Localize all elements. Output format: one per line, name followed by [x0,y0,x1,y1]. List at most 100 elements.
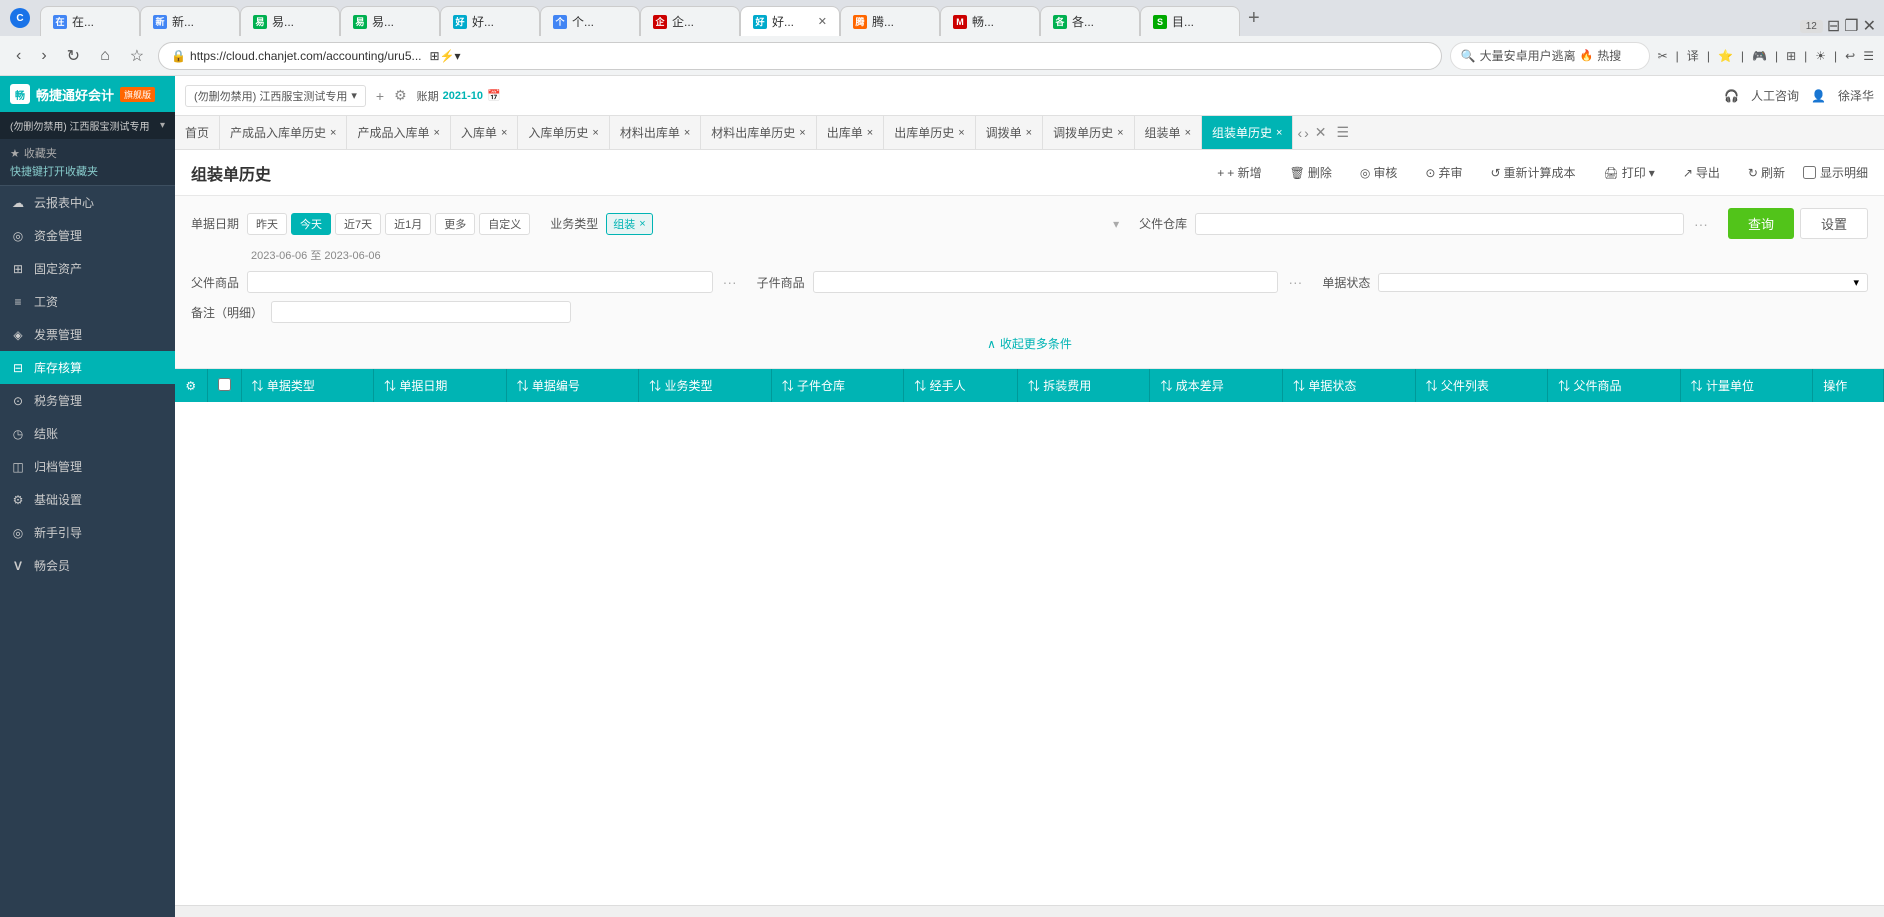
back-button[interactable]: ‹ [10,43,27,69]
tab-close-transfer[interactable]: × [1026,127,1032,139]
page-tab-assembly-history[interactable]: 组装单历史 × [1202,116,1293,150]
tab-close-assembly[interactable]: × [1185,127,1191,139]
parent-warehouse-dots[interactable]: ··· [1694,216,1708,232]
qr-icon[interactable]: ⊞ [430,49,440,63]
home-button[interactable]: ⌂ [94,43,116,69]
tab-5[interactable]: 好 好... [440,6,540,36]
tab-more[interactable]: ☰ [1333,124,1354,141]
date-btn-today[interactable]: 今天 [291,213,331,235]
tab-close-inbound[interactable]: × [501,127,507,139]
sidebar-item-settings[interactable]: ⚙ 基础设置 [0,483,175,516]
forward-button[interactable]: › [35,43,52,69]
tab-3[interactable]: 易 易... [240,6,340,36]
date-btn-1month[interactable]: 近1月 [385,213,431,235]
th-bill-no[interactable]: ⇅ 单据编号 [506,369,639,402]
sidebar-item-guide[interactable]: ◎ 新手引导 [0,516,175,549]
menu-icon[interactable]: ☰ [1863,49,1874,63]
tab-close-assembly-history[interactable]: × [1276,127,1282,139]
horizontal-scrollbar[interactable] [175,905,1884,917]
add-company-button[interactable]: + [376,88,384,104]
sidebar-item-payroll[interactable]: ≡ 工资 [0,285,175,318]
tab-10[interactable]: M 畅... [940,6,1040,36]
sun-icon[interactable]: ☀ [1815,49,1826,63]
sidebar-item-archive[interactable]: ◫ 归档管理 [0,450,175,483]
collapse-button[interactable]: ∧ 收起更多条件 [191,331,1868,356]
date-btn-yesterday[interactable]: 昨天 [247,213,287,235]
child-goods-dots[interactable]: ··· [1288,274,1302,290]
page-tab-transfer-history[interactable]: 调拨单历史 × [1043,116,1134,150]
refresh-button[interactable]: ↻ 刷新 [1738,160,1795,185]
th-unit[interactable]: ⇅ 计量单位 [1680,369,1813,402]
page-tab-transfer[interactable]: 调拨单 × [976,116,1043,150]
sidebar-item-invoice[interactable]: ◈ 发票管理 [0,318,175,351]
translate-icon[interactable]: 译 [1687,47,1699,64]
set-button[interactable]: 设置 [1800,208,1868,239]
sidebar-item-cloud-report[interactable]: ☁ 云报表中心 [0,186,175,219]
select-all-checkbox[interactable] [218,378,231,391]
bill-status-dropdown[interactable]: ▾ [1378,273,1868,292]
show-detail-checkbox[interactable] [1803,166,1816,179]
th-handler[interactable]: ⇅ 经手人 [904,369,1018,402]
tab-close-finished-goods-history[interactable]: × [330,127,336,139]
sidebar-item-inventory[interactable]: ⊟ 库存核算 [0,351,175,384]
th-parent-list[interactable]: ⇅ 父件列表 [1415,369,1548,402]
print-dropdown-icon[interactable]: ▾ [1649,166,1655,180]
th-cost-diff[interactable]: ⇅ 成本差异 [1150,369,1283,402]
tab-7[interactable]: 企 企... [640,6,740,36]
tab-8-active[interactable]: 好 好... ✕ [740,6,840,36]
tab-12[interactable]: S 目... [1140,6,1240,36]
th-child-warehouse[interactable]: ⇅ 子件仓库 [771,369,904,402]
th-bill-date[interactable]: ⇅ 单据日期 [374,369,507,402]
lightning-icon[interactable]: ⚡ [440,49,455,63]
tab-8-close[interactable]: ✕ [818,15,827,28]
th-parent-goods[interactable]: ⇅ 父件商品 [1548,369,1681,402]
sidebar-item-fixed-assets[interactable]: ⊞ 固定资产 [0,252,175,285]
sidebar-item-member[interactable]: V 畅会员 [0,549,175,582]
tab-9[interactable]: 腾 腾... [840,6,940,36]
biz-type-tag-close[interactable]: × [639,218,645,230]
page-tab-material-out-history[interactable]: 材料出库单历史 × [701,116,816,150]
calendar-icon[interactable]: 📅 [487,89,501,102]
th-gear[interactable]: ⚙ [175,369,207,402]
settings-gear-button[interactable]: ⚙ [394,87,407,104]
page-tab-material-out[interactable]: 材料出库单 × [610,116,701,150]
tab-close-all[interactable]: ✕ [1311,124,1331,141]
tab-4[interactable]: 易 易... [340,6,440,36]
review-button[interactable]: ◎ 审核 [1350,160,1408,185]
search-bar[interactable]: 🔍 大量安卓用户逃离 🔥 热搜 [1450,42,1650,70]
tab-close-outbound[interactable]: × [867,127,873,139]
tab-close-material-out-history[interactable]: × [799,127,805,139]
sidebar-company[interactable]: (勿删勿禁用) 江西服宝测试专用 ▾ [0,112,175,139]
tab-11[interactable]: 各 各... [1040,6,1140,36]
new-tab-button[interactable]: + [1240,7,1268,30]
page-tab-inbound[interactable]: 入库单 × [451,116,518,150]
export-button[interactable]: ↗ 导出 [1673,160,1730,185]
parent-goods-dots[interactable]: ··· [723,274,737,290]
page-tab-inbound-history[interactable]: 入库单历史 × [518,116,609,150]
parent-goods-input[interactable] [247,271,713,293]
address-bar[interactable]: 🔒 https://cloud.chanjet.com/accounting/u… [158,42,1442,70]
sidebar-item-tax[interactable]: ⊙ 税务管理 [0,384,175,417]
th-disassemble-fee[interactable]: ⇅ 拆装费用 [1017,369,1150,402]
parent-warehouse-input[interactable] [1195,213,1684,235]
address-dropdown[interactable]: ▾ [455,49,461,63]
sidebar-item-settle[interactable]: ◷ 结账 [0,417,175,450]
th-bill-status[interactable]: ⇅ 单据状态 [1283,369,1416,402]
child-goods-input[interactable] [813,271,1279,293]
new-button[interactable]: + + 新增 [1207,160,1271,185]
reload-button[interactable]: ↻ [61,42,86,70]
scissors-icon[interactable]: ✂ [1658,49,1668,63]
tab-scroll-right[interactable]: › [1304,125,1309,141]
tab-close-material-out[interactable]: × [684,127,690,139]
page-tab-outbound[interactable]: 出库单 × [817,116,884,150]
grid-icon[interactable]: ⊞ [1786,49,1796,63]
tab-close-finished-goods[interactable]: × [433,127,439,139]
tab-2[interactable]: 新 新... [140,6,240,36]
star2-icon[interactable]: ⭐ [1718,49,1733,63]
delete-button[interactable]: 🗑 删除 [1280,160,1342,185]
show-detail-checkbox-label[interactable]: 显示明细 [1803,164,1868,181]
sidebar-item-fund[interactable]: ◎ 资金管理 [0,219,175,252]
date-btn-more[interactable]: 更多 [435,213,475,235]
page-tab-outbound-history[interactable]: 出库单历史 × [884,116,975,150]
page-tab-finished-goods-history[interactable]: 产成品入库单历史 × [220,116,347,150]
